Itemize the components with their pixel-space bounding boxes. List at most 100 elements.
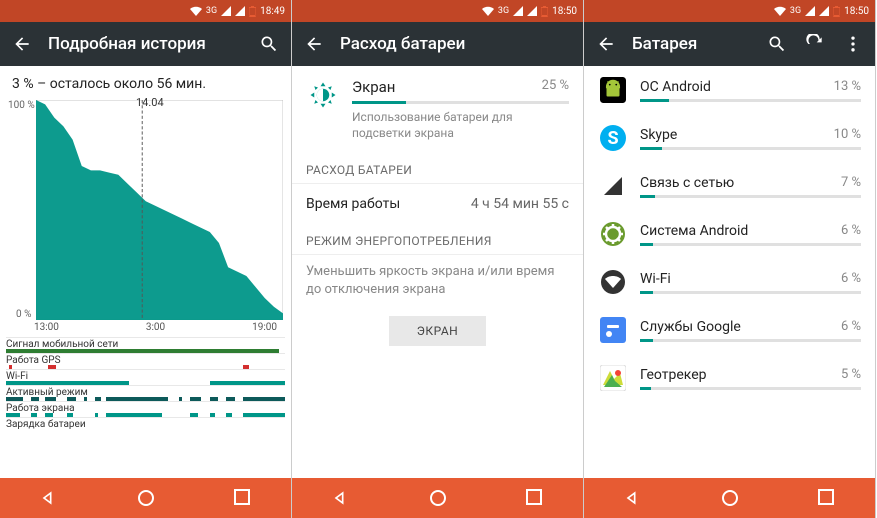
nav-recent-icon[interactable] bbox=[233, 488, 253, 508]
content: 3 % – осталось около 56 мин. 100 % 0 % 1… bbox=[0, 66, 291, 478]
nav-home-icon[interactable] bbox=[136, 488, 156, 508]
signal-icon bbox=[221, 6, 231, 16]
runtime-row: Время работы 4 ч 54 мин 55 с bbox=[292, 184, 583, 224]
xtick: 3:00 bbox=[146, 322, 165, 333]
item-percent: 6 % bbox=[841, 271, 861, 287]
google-icon bbox=[598, 315, 628, 345]
clock: 18:49 bbox=[260, 6, 285, 17]
screen-history: 3G 18:49 Подробная история 3 % – осталос… bbox=[0, 0, 292, 518]
battery-item[interactable]: ОС Android13 % bbox=[584, 66, 875, 114]
clock: 18:50 bbox=[844, 6, 869, 17]
battery-summary: 3 % – осталось около 56 мин. bbox=[0, 66, 291, 96]
track-row: Работа экрана bbox=[6, 401, 285, 417]
battery-item[interactable]: S Skype 10 % bbox=[584, 114, 875, 162]
back-button[interactable] bbox=[302, 32, 326, 56]
nav-back-icon[interactable] bbox=[623, 488, 643, 508]
consumer-percent: 25 % bbox=[542, 78, 569, 96]
nav-recent-icon[interactable] bbox=[525, 488, 545, 508]
consumer-row: Экран25 % Использование батареи для подс… bbox=[292, 66, 583, 153]
section-header-usage: РАСХОД БАТАРЕИ bbox=[292, 153, 583, 184]
signal-icon bbox=[513, 6, 523, 16]
item-name: Skype bbox=[640, 127, 677, 143]
battery-item[interactable]: Wi-Fi6 % bbox=[584, 258, 875, 306]
item-name: ОС Android bbox=[640, 79, 711, 95]
item-percent: 6 % bbox=[841, 223, 861, 239]
page-title: Расход батареи bbox=[340, 34, 573, 54]
wifi-icon bbox=[774, 6, 786, 16]
battery-item[interactable]: Связь с сетью7 % bbox=[584, 162, 875, 210]
item-percent: 5 % bbox=[841, 367, 861, 383]
nav-bar bbox=[292, 478, 583, 518]
item-name: Службы Google bbox=[640, 319, 741, 335]
hint-text: Уменьшить яркость экрана и/или время до … bbox=[292, 255, 583, 310]
geo-icon bbox=[598, 363, 628, 393]
section-header-mode: РЕЖИМ ЭНЕРГОПОТРЕБЛЕНИЯ bbox=[292, 224, 583, 255]
network-label: 3G bbox=[790, 6, 801, 16]
usage-tracks: Сигнал мобильной сетиРабота GPSWi-FiАкти… bbox=[0, 337, 291, 433]
overflow-button[interactable] bbox=[841, 32, 865, 56]
item-progress bbox=[640, 291, 861, 294]
runtime-label: Время работы bbox=[306, 196, 400, 212]
track-row: Wi-Fi bbox=[6, 369, 285, 385]
signal-icon bbox=[805, 6, 815, 16]
battery-item[interactable]: Службы Google 6 % bbox=[584, 306, 875, 354]
network-label: 3G bbox=[206, 6, 217, 16]
search-button[interactable] bbox=[765, 32, 789, 56]
battery-icon bbox=[833, 6, 840, 17]
wifi-icon bbox=[482, 6, 494, 16]
battery-icon bbox=[541, 6, 548, 17]
nav-home-icon[interactable] bbox=[428, 488, 448, 508]
nav-recent-icon[interactable] bbox=[817, 488, 837, 508]
signal-icon bbox=[598, 171, 628, 201]
battery-list: ОС Android13 % S Skype 10 % Связь с сетью7 %… bbox=[584, 66, 875, 478]
nav-back-icon[interactable] bbox=[331, 488, 351, 508]
xtick: 13:00 bbox=[34, 322, 59, 333]
item-progress bbox=[640, 339, 861, 342]
track-row: Активный режим bbox=[6, 385, 285, 401]
page-title: Батарея bbox=[632, 34, 751, 54]
battery-icon bbox=[249, 6, 256, 17]
app-bar: Подробная история bbox=[0, 22, 291, 66]
screen-usage-detail: 3G 18:50 Расход батареи Экран25 % Исполь… bbox=[292, 0, 584, 518]
item-progress bbox=[640, 195, 861, 198]
screen-battery-list: 3G 18:50 Батарея ОС Android13 % S Skype 10 … bbox=[584, 0, 876, 518]
ytick-max: 100 % bbox=[8, 100, 35, 111]
wifi-icon bbox=[598, 267, 628, 297]
item-progress bbox=[640, 147, 861, 150]
search-button[interactable] bbox=[257, 32, 281, 56]
content: Экран25 % Использование батареи для подс… bbox=[292, 66, 583, 478]
track-row: Зарядка батареи bbox=[6, 417, 285, 433]
xtick: 19:00 bbox=[252, 322, 277, 333]
battery-item[interactable]: Система Android6 % bbox=[584, 210, 875, 258]
android-icon bbox=[598, 75, 628, 105]
status-bar: 3G 18:50 bbox=[292, 0, 583, 22]
runtime-value: 4 ч 54 мин 55 с bbox=[471, 196, 569, 212]
signal-icon-2 bbox=[819, 6, 829, 16]
item-percent: 7 % bbox=[841, 175, 861, 191]
battery-item[interactable]: Геотрекер5 % bbox=[584, 354, 875, 402]
wifi-icon bbox=[190, 6, 202, 16]
x-axis: 13:00 3:00 19:00 bbox=[0, 320, 291, 337]
skype-icon: S bbox=[598, 123, 628, 153]
item-percent: 6 % bbox=[841, 319, 861, 335]
refresh-button[interactable] bbox=[803, 32, 827, 56]
nav-home-icon[interactable] bbox=[720, 488, 740, 508]
nav-bar bbox=[0, 478, 291, 518]
clock: 18:50 bbox=[552, 6, 577, 17]
item-progress bbox=[640, 99, 861, 102]
status-bar: 3G 18:49 bbox=[0, 0, 291, 22]
item-percent: 10 % bbox=[834, 127, 861, 143]
signal-icon-2 bbox=[235, 6, 245, 16]
item-progress bbox=[640, 243, 861, 246]
back-button[interactable] bbox=[594, 32, 618, 56]
svg-text:S: S bbox=[607, 128, 618, 149]
nav-back-icon[interactable] bbox=[39, 488, 59, 508]
back-button[interactable] bbox=[10, 32, 34, 56]
page-title: Подробная история bbox=[48, 34, 243, 54]
nav-bar bbox=[584, 478, 875, 518]
screen-button[interactable]: ЭКРАН bbox=[389, 316, 486, 346]
brightness-icon bbox=[306, 78, 340, 112]
consumer-name: Экран bbox=[352, 78, 395, 96]
system-icon bbox=[598, 219, 628, 249]
ytick-min: 0 % bbox=[16, 309, 31, 320]
